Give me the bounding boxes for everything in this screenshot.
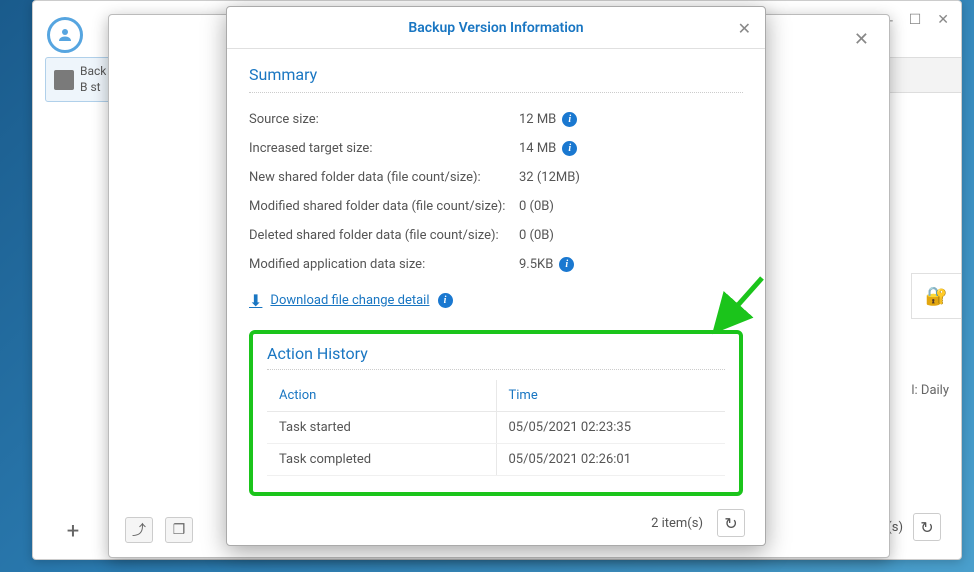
action-cell: Task completed <box>267 444 496 476</box>
increased-size-row: Increased target size: 14 MB i <box>249 134 743 163</box>
info-icon[interactable]: i <box>438 293 453 308</box>
refresh-button[interactable]: ↻ <box>717 509 745 537</box>
deleted-folder-value: 0 (0B) <box>519 228 554 243</box>
refresh-button[interactable]: ↻ <box>913 513 941 541</box>
download-file-change-link[interactable]: ⬇ Download file change detail <box>249 291 430 310</box>
deleted-folder-row: Deleted shared folder data (file count/s… <box>249 221 743 250</box>
copy-button[interactable]: ❐ <box>165 517 193 543</box>
items-count: 2 item(s) <box>651 516 703 531</box>
app-icon <box>47 17 83 53</box>
dialog-header: Backup Version Information ✕ <box>227 7 765 49</box>
download-link-row: ⬇ Download file change detail i <box>249 291 743 310</box>
server-icon <box>54 70 74 90</box>
dialog-footer: 2 item(s) ↻ <box>227 501 765 545</box>
action-column-header[interactable]: Action <box>267 380 496 412</box>
table-row[interactable]: Task started 05/05/2021 02:23:35 <box>267 412 725 444</box>
maximize-icon[interactable]: ☐ <box>909 12 922 28</box>
close-icon[interactable]: ✕ <box>937 12 949 28</box>
time-column-header[interactable]: Time <box>496 380 725 412</box>
table-row[interactable]: Task completed 05/05/2021 02:26:01 <box>267 444 725 476</box>
summary-title: Summary <box>249 65 743 93</box>
info-icon[interactable]: i <box>562 141 577 156</box>
dialog-body: Summary Source size: 12 MB i Increased t… <box>227 49 765 501</box>
action-cell: Task started <box>267 412 496 444</box>
increased-size-value: 14 MB <box>519 141 556 156</box>
new-folder-label: New shared folder data (file count/size)… <box>249 170 519 185</box>
restore-button[interactable]: ⤴ <box>125 517 153 543</box>
add-button[interactable]: + <box>53 515 93 547</box>
close-icon[interactable]: ✕ <box>854 29 869 50</box>
info-icon[interactable]: i <box>562 112 577 127</box>
action-history-title: Action History <box>267 344 725 370</box>
source-size-value: 12 MB <box>519 112 556 127</box>
secondary-toolbar: ⤴ ❐ <box>125 517 193 543</box>
deleted-folder-label: Deleted shared folder data (file count/s… <box>249 228 519 243</box>
dialog-title: Backup Version Information <box>408 20 583 36</box>
sidebar-label-1: Back <box>80 64 106 80</box>
side-panel-button[interactable]: 🔐 <box>911 273 961 319</box>
action-history-section: Action History Action Time Task started … <box>249 330 743 496</box>
action-history-table: Action Time Task started 05/05/2021 02:2… <box>267 380 725 476</box>
download-link-text: Download file change detail <box>270 293 429 308</box>
lock-user-icon: 🔐 <box>925 286 947 307</box>
close-icon[interactable]: ✕ <box>738 19 751 38</box>
source-size-label: Source size: <box>249 112 519 127</box>
increased-size-label: Increased target size: <box>249 141 519 156</box>
modified-folder-row: Modified shared folder data (file count/… <box>249 192 743 221</box>
download-icon: ⬇ <box>249 291 262 310</box>
backup-version-info-dialog: Backup Version Information ✕ Summary Sou… <box>226 6 766 546</box>
info-icon[interactable]: i <box>559 257 574 272</box>
modified-app-label: Modified application data size: <box>249 257 519 272</box>
modified-folder-label: Modified shared folder data (file count/… <box>249 199 519 214</box>
modified-app-row: Modified application data size: 9.5KB i <box>249 250 743 279</box>
sidebar-label-2: B st <box>80 80 106 96</box>
time-cell: 05/05/2021 02:23:35 <box>496 412 725 444</box>
schedule-label: l: Daily <box>911 383 949 398</box>
modified-app-value: 9.5KB <box>519 257 553 272</box>
new-folder-row: New shared folder data (file count/size)… <box>249 163 743 192</box>
time-cell: 05/05/2021 02:26:01 <box>496 444 725 476</box>
modified-folder-value: 0 (0B) <box>519 199 554 214</box>
new-folder-value: 32 (12MB) <box>519 170 580 185</box>
source-size-row: Source size: 12 MB i <box>249 105 743 134</box>
